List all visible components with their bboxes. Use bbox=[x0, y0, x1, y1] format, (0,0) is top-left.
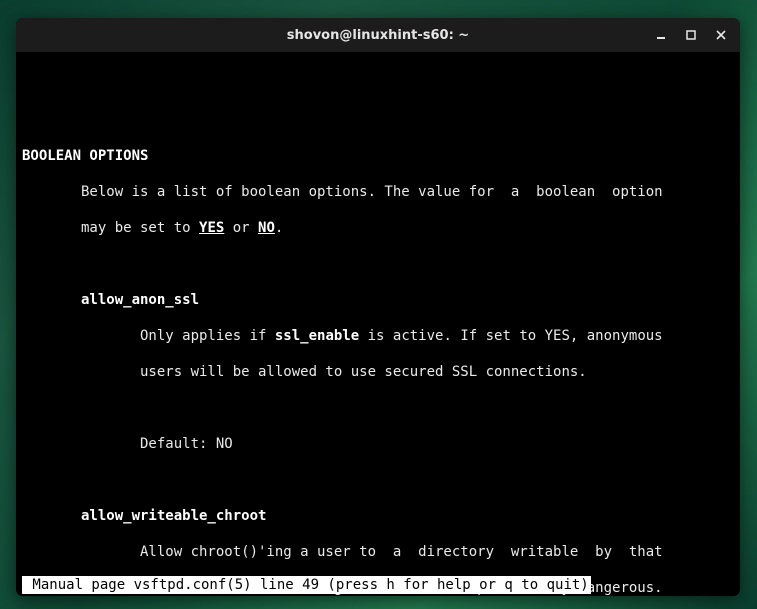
man-status-line[interactable]: Manual page vsftpd.conf(5) line 49 (pres… bbox=[22, 576, 591, 594]
maximize-icon bbox=[686, 30, 696, 40]
terminal-window: shovon@linuxhint-s60: ~ BOOLEAN OPTIONS bbox=[16, 18, 740, 596]
man-text: Only applies if ssl_enable is active. If… bbox=[22, 327, 734, 345]
close-button[interactable] bbox=[706, 21, 736, 49]
minimize-button[interactable] bbox=[646, 21, 676, 49]
titlebar[interactable]: shovon@linuxhint-s60: ~ bbox=[16, 18, 740, 53]
man-text-frag: . bbox=[275, 220, 283, 236]
man-text: users will be allowed to use secured SSL… bbox=[22, 363, 734, 381]
blank-line bbox=[22, 111, 734, 129]
man-text: may be set to YES or NO. bbox=[22, 219, 734, 237]
blank-line bbox=[22, 471, 734, 489]
man-text-frag: may be set to bbox=[22, 220, 199, 236]
man-text-frag: Only applies if bbox=[22, 328, 275, 344]
man-text-frag: is active. If set to YES, anonymous bbox=[359, 328, 662, 344]
ssl-enable-keyword: ssl_enable bbox=[275, 328, 359, 344]
blank-line bbox=[22, 255, 734, 273]
man-text-frag: or bbox=[224, 220, 258, 236]
blank-line bbox=[22, 399, 734, 417]
window-buttons bbox=[646, 18, 736, 52]
yes-keyword: YES bbox=[199, 220, 224, 236]
terminal-viewport[interactable]: BOOLEAN OPTIONS Below is a list of boole… bbox=[16, 53, 740, 596]
blank-line bbox=[22, 75, 734, 93]
man-text: Below is a list of boolean options. The … bbox=[22, 183, 734, 201]
option-name: allow_writeable_chroot bbox=[22, 507, 734, 525]
window-title: shovon@linuxhint-s60: ~ bbox=[287, 28, 469, 43]
minimize-icon bbox=[656, 30, 666, 40]
man-text: Allow chroot()'ing a user to a directory… bbox=[22, 543, 734, 561]
maximize-button[interactable] bbox=[676, 21, 706, 49]
man-text: Default: NO bbox=[22, 435, 734, 453]
close-icon bbox=[716, 30, 726, 40]
option-name: allow_anon_ssl bbox=[22, 291, 734, 309]
no-keyword: NO bbox=[258, 220, 275, 236]
section-heading: BOOLEAN OPTIONS bbox=[22, 147, 734, 165]
